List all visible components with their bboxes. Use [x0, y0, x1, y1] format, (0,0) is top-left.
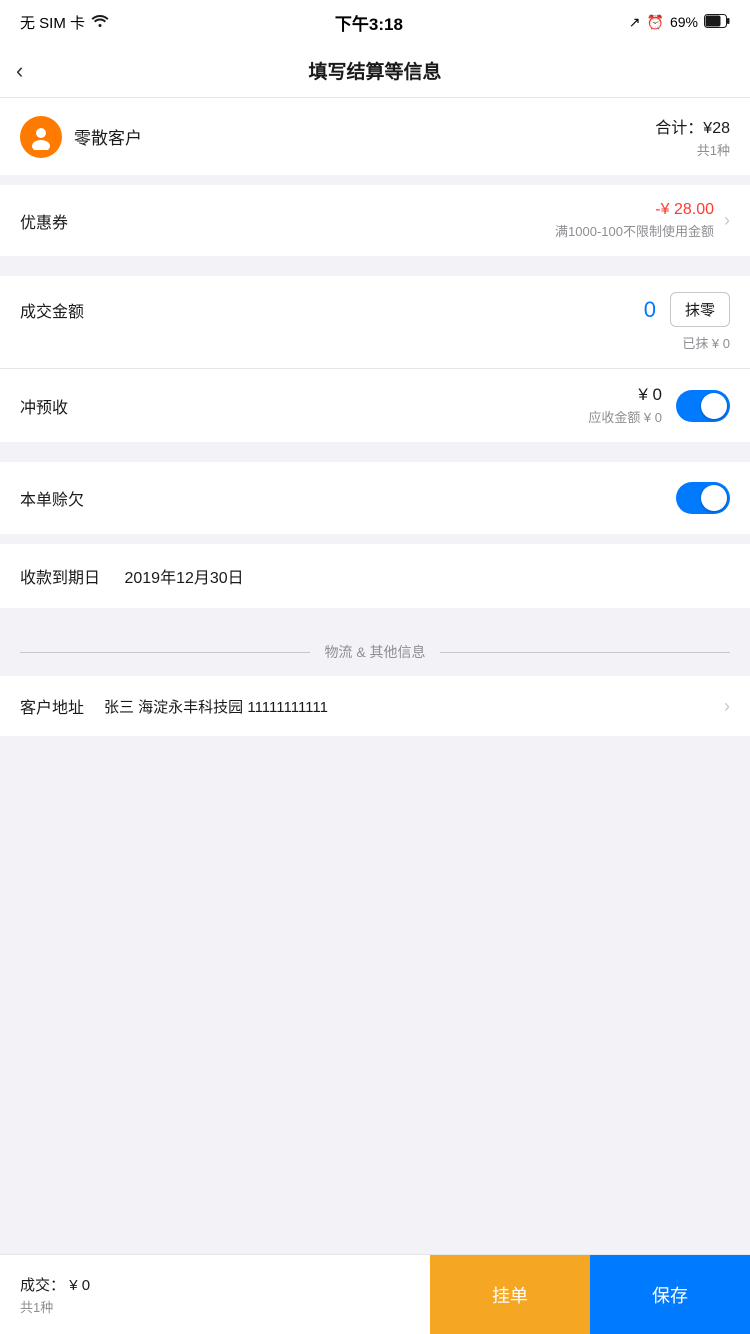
customer-name: 零散客户: [74, 124, 142, 149]
pending-button[interactable]: 挂单: [430, 1255, 590, 1334]
bottom-deal: 成交： ¥ 0: [20, 1274, 410, 1295]
prepaid-section: 冲预收 ¥ 0 应收金额 ¥ 0: [0, 368, 750, 442]
coupon-discount: -¥ 28.00: [555, 201, 714, 219]
prepaid-toggle[interactable]: [676, 390, 730, 422]
page-title: 填写结算等信息: [308, 57, 441, 84]
transaction-row-container: 成交金额 0 抹零 已抹 ¥ 0: [0, 276, 750, 368]
coupon-label: 优惠券: [20, 209, 68, 233]
transaction-right: 0 抹零: [644, 292, 730, 327]
coupon-right: -¥ 28.00 满1000-100不限制使用金额 ›: [555, 201, 730, 240]
prepaid-row: 冲预收 ¥ 0 应收金额 ¥ 0: [20, 385, 730, 426]
debt-toggle[interactable]: [676, 482, 730, 514]
prepaid-amount: ¥ 0: [588, 385, 662, 405]
round-button[interactable]: 抹零: [670, 292, 730, 327]
coupon-section[interactable]: 优惠券 -¥ 28.00 满1000-100不限制使用金额 ›: [0, 185, 750, 256]
gray-separator-1: [0, 266, 750, 276]
customer-avatar: [20, 116, 62, 158]
due-date-value: 2019年12月30日: [124, 570, 243, 587]
status-right: ↗ ⏰ 69%: [629, 14, 730, 31]
prepaid-value: ¥ 0 应收金额 ¥ 0: [588, 385, 662, 426]
customer-count: 共1种: [655, 140, 730, 159]
customer-left: 零散客户: [20, 116, 142, 158]
chevron-icon: ›: [724, 210, 730, 231]
sim-status: 无 SIM 卡: [20, 12, 85, 33]
gray-separator-2: [0, 452, 750, 462]
battery-percent: 69%: [670, 14, 698, 30]
content: 零散客户 合计：¥28 共1种 优惠券 -¥ 28.00 满1000-100不限…: [0, 98, 750, 846]
bottom-bar: 成交： ¥ 0 共1种 挂单 保存: [0, 1254, 750, 1334]
status-left: 无 SIM 卡: [20, 12, 109, 33]
address-value: 张三 海淀永丰科技园 11111111111: [104, 696, 724, 717]
back-button[interactable]: ‹: [16, 58, 23, 84]
gray-separator-3: [0, 618, 750, 628]
transaction-row: 成交金额 0 抹零: [20, 292, 730, 327]
bottom-count: 共1种: [20, 1297, 410, 1316]
bottom-info: 成交： ¥ 0 共1种: [0, 1274, 430, 1316]
wifi-icon: [91, 13, 109, 31]
debt-label: 本单赊欠: [20, 486, 84, 510]
prepaid-label: 冲预收: [20, 394, 68, 418]
transaction-sub: 已抹 ¥ 0: [20, 333, 730, 352]
nav-bar: ‹ 填写结算等信息: [0, 44, 750, 98]
address-section[interactable]: 客户地址 张三 海淀永丰科技园 11111111111 ›: [0, 676, 750, 736]
due-date-label: 收款到期日: [20, 570, 100, 587]
transaction-section: 成交金额 0 抹零 已抹 ¥ 0 冲预收 ¥ 0 应收金额 ¥ 0: [0, 276, 750, 442]
logistics-text: 物流 & 其他信息: [324, 642, 425, 662]
status-bar: 无 SIM 卡 下午3:18 ↗ ⏰ 69%: [0, 0, 750, 44]
logistics-line-right: [440, 652, 730, 653]
battery-icon: [704, 14, 730, 31]
transaction-label: 成交金额: [20, 298, 84, 322]
alarm-icon: ⏰: [647, 14, 664, 31]
customer-total: 合计：¥28: [655, 114, 730, 138]
address-label: 客户地址: [20, 694, 84, 718]
customer-row: 零散客户 合计：¥28 共1种: [0, 98, 750, 175]
transaction-amount: 0: [644, 297, 656, 323]
coupon-row[interactable]: 优惠券 -¥ 28.00 满1000-100不限制使用金额 ›: [0, 185, 750, 256]
logistics-line-left: [20, 652, 310, 653]
bottom-deal-label: 成交：: [20, 1277, 65, 1294]
debt-section: 本单赊欠: [0, 462, 750, 534]
save-button[interactable]: 保存: [590, 1255, 750, 1334]
location-icon: ↗: [629, 14, 641, 31]
coupon-desc: 满1000-100不限制使用金额: [555, 221, 714, 240]
coupon-value: -¥ 28.00 满1000-100不限制使用金额: [555, 201, 714, 240]
status-time: 下午3:18: [335, 10, 403, 35]
customer-right: 合计：¥28 共1种: [655, 114, 730, 159]
prepaid-right: ¥ 0 应收金额 ¥ 0: [588, 385, 730, 426]
due-date-section: 收款到期日 2019年12月30日: [0, 544, 750, 608]
logistics-divider: 物流 & 其他信息: [0, 628, 750, 676]
customer-section: 零散客户 合计：¥28 共1种: [0, 98, 750, 175]
address-chevron-icon: ›: [724, 696, 730, 717]
bottom-deal-amount: ¥ 0: [69, 1277, 90, 1294]
prepaid-sub: 应收金额 ¥ 0: [588, 407, 662, 426]
